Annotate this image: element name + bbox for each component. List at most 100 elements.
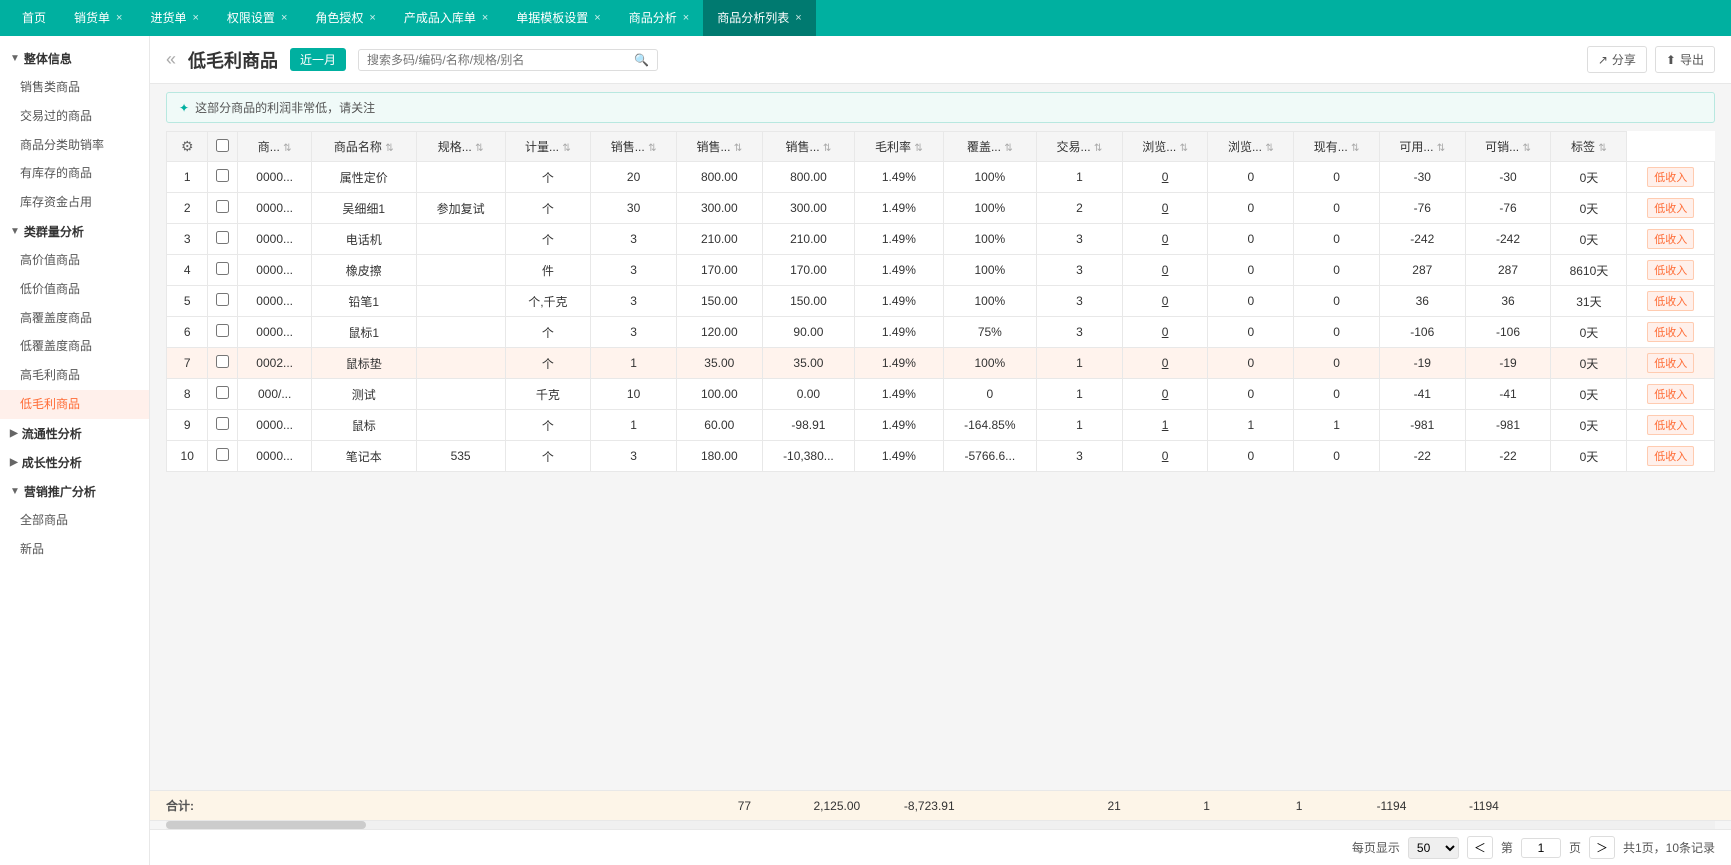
cell-checkbox[interactable] <box>208 224 238 255</box>
nav-sales-order-close[interactable]: × <box>116 0 122 36</box>
sidebar-item-category-sales-rate[interactable]: 商品分类助销率 <box>0 131 149 160</box>
nav-product-analysis[interactable]: 商品分析 × <box>615 0 703 36</box>
cell-checkbox[interactable] <box>208 441 238 472</box>
page-size-select[interactable]: 50 100 200 <box>1408 837 1459 859</box>
gear-icon[interactable]: ⚙ <box>181 138 194 154</box>
page-number-input[interactable] <box>1521 838 1561 858</box>
cell-checkbox[interactable] <box>208 286 238 317</box>
col-spec[interactable]: 规格... ⇅ <box>416 132 505 162</box>
cell-checkbox[interactable] <box>208 162 238 193</box>
sidebar-item-high-value[interactable]: 高价值商品 <box>0 246 149 275</box>
sidebar-collapse-btn[interactable]: « <box>166 49 176 70</box>
col-sales-profit[interactable]: 销售... ⇅ <box>762 132 855 162</box>
sidebar-item-traded-goods[interactable]: 交易过的商品 <box>0 102 149 131</box>
col-checkbox[interactable] <box>208 132 238 162</box>
share-button[interactable]: ↗ 分享 <box>1587 46 1647 73</box>
trans-link[interactable]: 0 <box>1162 232 1169 246</box>
trans-link[interactable]: 0 <box>1162 449 1169 463</box>
col-coverage[interactable]: 覆盖... ⇅ <box>943 132 1036 162</box>
col-browse1[interactable]: 浏览... ⇅ <box>1122 132 1208 162</box>
col-tag[interactable]: 标签 ⇅ <box>1551 132 1627 162</box>
cell-checkbox[interactable] <box>208 317 238 348</box>
sidebar-item-new-products[interactable]: 新品 <box>0 535 149 564</box>
sidebar-item-high-coverage[interactable]: 高覆盖度商品 <box>0 304 149 333</box>
cell-checkbox[interactable] <box>208 410 238 441</box>
cell-checkbox[interactable] <box>208 193 238 224</box>
trans-link[interactable]: 0 <box>1162 356 1169 370</box>
nav-product-storage[interactable]: 产成品入库单 × <box>390 0 502 36</box>
row-checkbox[interactable] <box>216 324 229 337</box>
next-page-button[interactable]: ＞ <box>1589 836 1615 859</box>
col-salable[interactable]: 可销... ⇅ <box>1465 132 1551 162</box>
nav-product-analysis-list-close[interactable]: × <box>795 0 801 36</box>
nav-template-settings[interactable]: 单据模板设置 × <box>502 0 614 36</box>
sidebar-item-low-value[interactable]: 低价值商品 <box>0 275 149 304</box>
export-button[interactable]: ⬆ 导出 <box>1655 46 1715 73</box>
sidebar-item-low-coverage[interactable]: 低覆盖度商品 <box>0 332 149 361</box>
row-checkbox[interactable] <box>216 262 229 275</box>
nav-product-storage-close[interactable]: × <box>482 0 488 36</box>
nav-permissions[interactable]: 权限设置 × <box>213 0 301 36</box>
row-checkbox[interactable] <box>216 386 229 399</box>
data-table: ⚙ 商... ⇅ 商品名称 ⇅ 规格... ⇅ 计量... ⇅ 销售... ⇅ … <box>166 131 1715 472</box>
trans-link[interactable]: 0 <box>1162 201 1169 215</box>
trans-link[interactable]: 0 <box>1162 294 1169 308</box>
nav-role-auth[interactable]: 角色授权 × <box>301 0 389 36</box>
col-sales-qty[interactable]: 销售... ⇅ <box>591 132 677 162</box>
row-checkbox[interactable] <box>216 417 229 430</box>
search-input[interactable] <box>367 53 630 67</box>
sidebar-section-overall-title[interactable]: ▼ 整体信息 <box>0 44 149 73</box>
col-name[interactable]: 商品名称 ⇅ <box>311 132 416 162</box>
trans-link[interactable]: 1 <box>1162 418 1169 432</box>
sidebar-section-growth-title[interactable]: ▶ 成长性分析 <box>0 448 149 477</box>
nav-purchase-order[interactable]: 进货单 × <box>136 0 212 36</box>
table-wrapper[interactable]: ⚙ 商... ⇅ 商品名称 ⇅ 规格... ⇅ 计量... ⇅ 销售... ⇅ … <box>150 131 1731 790</box>
row-checkbox[interactable] <box>216 231 229 244</box>
date-filter-button[interactable]: 近一月 <box>290 48 346 71</box>
col-settings[interactable]: ⚙ <box>167 132 208 162</box>
sidebar-item-in-stock[interactable]: 有库存的商品 <box>0 159 149 188</box>
col-sales-amount[interactable]: 销售... ⇅ <box>676 132 762 162</box>
trans-link[interactable]: 0 <box>1162 263 1169 277</box>
nav-role-auth-close[interactable]: × <box>369 0 375 36</box>
sidebar-item-all-products[interactable]: 全部商品 <box>0 506 149 535</box>
row-checkbox[interactable] <box>216 355 229 368</box>
cell-checkbox[interactable] <box>208 348 238 379</box>
sidebar-section-marketing-title[interactable]: ▼ 营销推广分析 <box>0 477 149 506</box>
row-checkbox[interactable] <box>216 293 229 306</box>
nav-product-analysis-close[interactable]: × <box>683 0 689 36</box>
col-unit[interactable]: 计量... ⇅ <box>505 132 591 162</box>
search-icon[interactable]: 🔍 <box>634 53 649 67</box>
sidebar-item-low-margin[interactable]: 低毛利商品 <box>0 390 149 419</box>
row-checkbox[interactable] <box>216 200 229 213</box>
sidebar-item-high-margin[interactable]: 高毛利商品 <box>0 361 149 390</box>
nav-purchase-order-close[interactable]: × <box>192 0 198 36</box>
col-stock[interactable]: 现有... ⇅ <box>1294 132 1380 162</box>
cell-checkbox[interactable] <box>208 255 238 286</box>
col-code[interactable]: 商... ⇅ <box>238 132 311 162</box>
nav-template-settings-close[interactable]: × <box>594 0 600 36</box>
sidebar-section-group-title[interactable]: ▼ 类群量分析 <box>0 217 149 246</box>
nav-sales-order[interactable]: 销货单 × <box>60 0 136 36</box>
nav-product-analysis-list[interactable]: 商品分析列表 × <box>703 0 815 36</box>
sidebar-section-flow-title[interactable]: ▶ 流通性分析 <box>0 419 149 448</box>
trans-link[interactable]: 0 <box>1162 325 1169 339</box>
col-available[interactable]: 可用... ⇅ <box>1379 132 1465 162</box>
nav-permissions-close[interactable]: × <box>281 0 287 36</box>
trans-link[interactable]: 0 <box>1162 387 1169 401</box>
row-checkbox[interactable] <box>216 448 229 461</box>
prev-page-button[interactable]: ＜ <box>1467 836 1493 859</box>
cell-checkbox[interactable] <box>208 379 238 410</box>
col-gross-margin[interactable]: 毛利率 ⇅ <box>855 132 943 162</box>
col-browse2[interactable]: 浏览... ⇅ <box>1208 132 1294 162</box>
col-transactions[interactable]: 交易... ⇅ <box>1037 132 1123 162</box>
select-all-checkbox[interactable] <box>216 139 229 152</box>
trans-link[interactable]: 0 <box>1162 170 1169 184</box>
sort-icon-sales-amount: ⇅ <box>734 143 742 154</box>
sidebar-item-sales-goods[interactable]: 销售类商品 <box>0 73 149 102</box>
sidebar-item-stock-capital[interactable]: 库存资金占用 <box>0 188 149 217</box>
row-checkbox[interactable] <box>216 169 229 182</box>
nav-home[interactable]: 首页 <box>8 0 60 36</box>
cell-price1: 100.00 <box>676 379 762 410</box>
scrollbar-thumb[interactable] <box>166 821 366 829</box>
